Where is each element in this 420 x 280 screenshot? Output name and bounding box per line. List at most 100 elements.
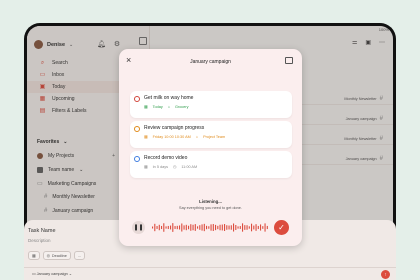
checkmark-icon: ✓ xyxy=(278,223,285,232)
deadline-icon: ◎ xyxy=(46,254,50,258)
waveform-bar xyxy=(228,225,230,230)
waveform-bar xyxy=(219,224,221,231)
waveform-bar xyxy=(181,223,183,232)
task-card[interactable]: Get milk on way home ▦ Today ⌂ Grocery xyxy=(130,91,292,118)
modal-title: January campaign xyxy=(190,58,231,65)
waveform-bar xyxy=(176,225,178,230)
waveform-bar xyxy=(266,225,268,230)
waveform-bar xyxy=(188,225,190,230)
waveform-bar xyxy=(246,225,248,230)
waveform-bar xyxy=(158,224,160,231)
waveform-bar xyxy=(201,224,203,231)
waveform-bar xyxy=(230,225,232,230)
waveform-bar xyxy=(217,225,219,230)
clock-icon: ◷ xyxy=(173,165,177,169)
waveform-bar xyxy=(242,223,244,232)
send-icon: ↑ xyxy=(384,271,387,278)
date-chip[interactable]: ▦ xyxy=(28,251,40,260)
pause-button[interactable]: ❚❚ xyxy=(132,221,145,234)
calendar-icon: ▦ xyxy=(144,165,148,169)
waveform-bar xyxy=(233,223,235,232)
chevron-down-icon: ⌄ xyxy=(67,272,72,276)
waveform-bar xyxy=(179,225,181,230)
waveform-bar xyxy=(215,224,217,231)
task-meta: ▦ Friday 10:00 10:30 AM ⌂ Project Team xyxy=(144,134,226,140)
task-title: Review campaign progress xyxy=(144,125,205,131)
waveform-bar xyxy=(152,226,154,229)
waveform-bar xyxy=(165,226,167,229)
task-card[interactable]: Review campaign progress ▦ Friday 10:00 1… xyxy=(130,121,292,148)
deadline-chip[interactable]: ◎ Deadline xyxy=(42,251,71,260)
waveform-bar xyxy=(244,225,246,230)
send-button[interactable]: ↑ xyxy=(381,270,390,279)
task-options: ▦ ◎ Deadline ... xyxy=(28,251,86,260)
waveform-bar xyxy=(239,226,241,229)
listening-title: Listening... xyxy=(199,199,222,204)
waveform-bar xyxy=(167,225,169,230)
task-checkbox[interactable] xyxy=(134,96,140,102)
done-button[interactable]: ✓ xyxy=(274,220,289,235)
waveform-bar xyxy=(257,225,259,230)
waveform-bar xyxy=(190,224,192,231)
task-label: Project Team xyxy=(203,134,226,139)
pause-icon: ❚❚ xyxy=(133,225,144,231)
waveform-bar xyxy=(192,224,194,231)
task-date: Today xyxy=(152,104,163,109)
listening-subtitle: Say everything you need to get done. xyxy=(179,206,242,210)
waveform-bar xyxy=(199,225,201,230)
close-icon[interactable]: × xyxy=(126,56,131,65)
waveform-bar xyxy=(248,226,250,229)
waveform-bar xyxy=(208,226,210,229)
project-label: January campaign xyxy=(36,272,68,276)
waveform-bar xyxy=(226,225,228,230)
task-title: Get milk on way home xyxy=(144,95,194,101)
audio-waveform xyxy=(152,223,268,232)
waveform-bar xyxy=(194,224,196,231)
task-card[interactable]: Record demo video ▦ In 5 days ◷ 11:00 AM xyxy=(130,151,292,178)
task-name-field[interactable]: Task Name xyxy=(28,228,56,234)
waveform-bar xyxy=(251,223,253,232)
modal-header: × January campaign xyxy=(119,49,302,74)
waveform-bar xyxy=(172,223,174,232)
info-icon[interactable] xyxy=(285,57,293,64)
task-checkbox[interactable] xyxy=(134,156,140,162)
waveform-bar xyxy=(154,223,156,232)
task-title: Record demo video xyxy=(144,155,188,161)
waveform-bar xyxy=(163,223,165,232)
divider xyxy=(24,267,396,268)
task-label: Grocery xyxy=(175,104,189,109)
calendar-icon: ▦ xyxy=(144,105,148,109)
waveform-bar xyxy=(255,224,257,231)
chip-label: ... xyxy=(77,253,82,258)
tag-icon: ⌂ xyxy=(167,104,171,109)
waveform-bar xyxy=(197,226,199,229)
calendar-icon: ▦ xyxy=(144,135,148,139)
voice-add-modal: × January campaign Get milk on way home … xyxy=(119,49,302,246)
calendar-icon: ▦ xyxy=(32,254,36,258)
task-time: 11:00 AM xyxy=(181,164,198,169)
task-meta: ▦ In 5 days ◷ 11:00 AM xyxy=(144,164,198,170)
tag-icon: ⌂ xyxy=(195,134,199,139)
waveform-bar xyxy=(206,225,208,230)
waveform-bar xyxy=(221,224,223,231)
waveform-bar xyxy=(210,224,212,231)
task-checkbox[interactable] xyxy=(134,126,140,132)
waveform-bar xyxy=(212,224,214,231)
waveform-bar xyxy=(253,225,255,230)
task-meta: ▦ Today ⌂ Grocery xyxy=(144,104,189,110)
task-date: Friday 10:00 10:30 AM xyxy=(152,134,191,139)
waveform-bar xyxy=(235,225,237,230)
more-options-chip[interactable]: ... xyxy=(73,251,86,260)
waveform-bar xyxy=(260,224,262,231)
waveform-bar xyxy=(224,224,226,231)
waveform-bar xyxy=(183,225,185,230)
waveform-bar xyxy=(262,226,264,229)
waveform-bar xyxy=(203,223,205,232)
waveform-bar xyxy=(170,225,172,230)
project-selector[interactable]: ▭ January campaign ⌄ xyxy=(32,271,72,276)
waveform-bar xyxy=(174,226,176,229)
task-date: In 5 days xyxy=(152,164,169,169)
description-field[interactable]: Description xyxy=(28,238,51,243)
waveform-bar xyxy=(237,226,239,229)
waveform-bar xyxy=(185,224,187,231)
